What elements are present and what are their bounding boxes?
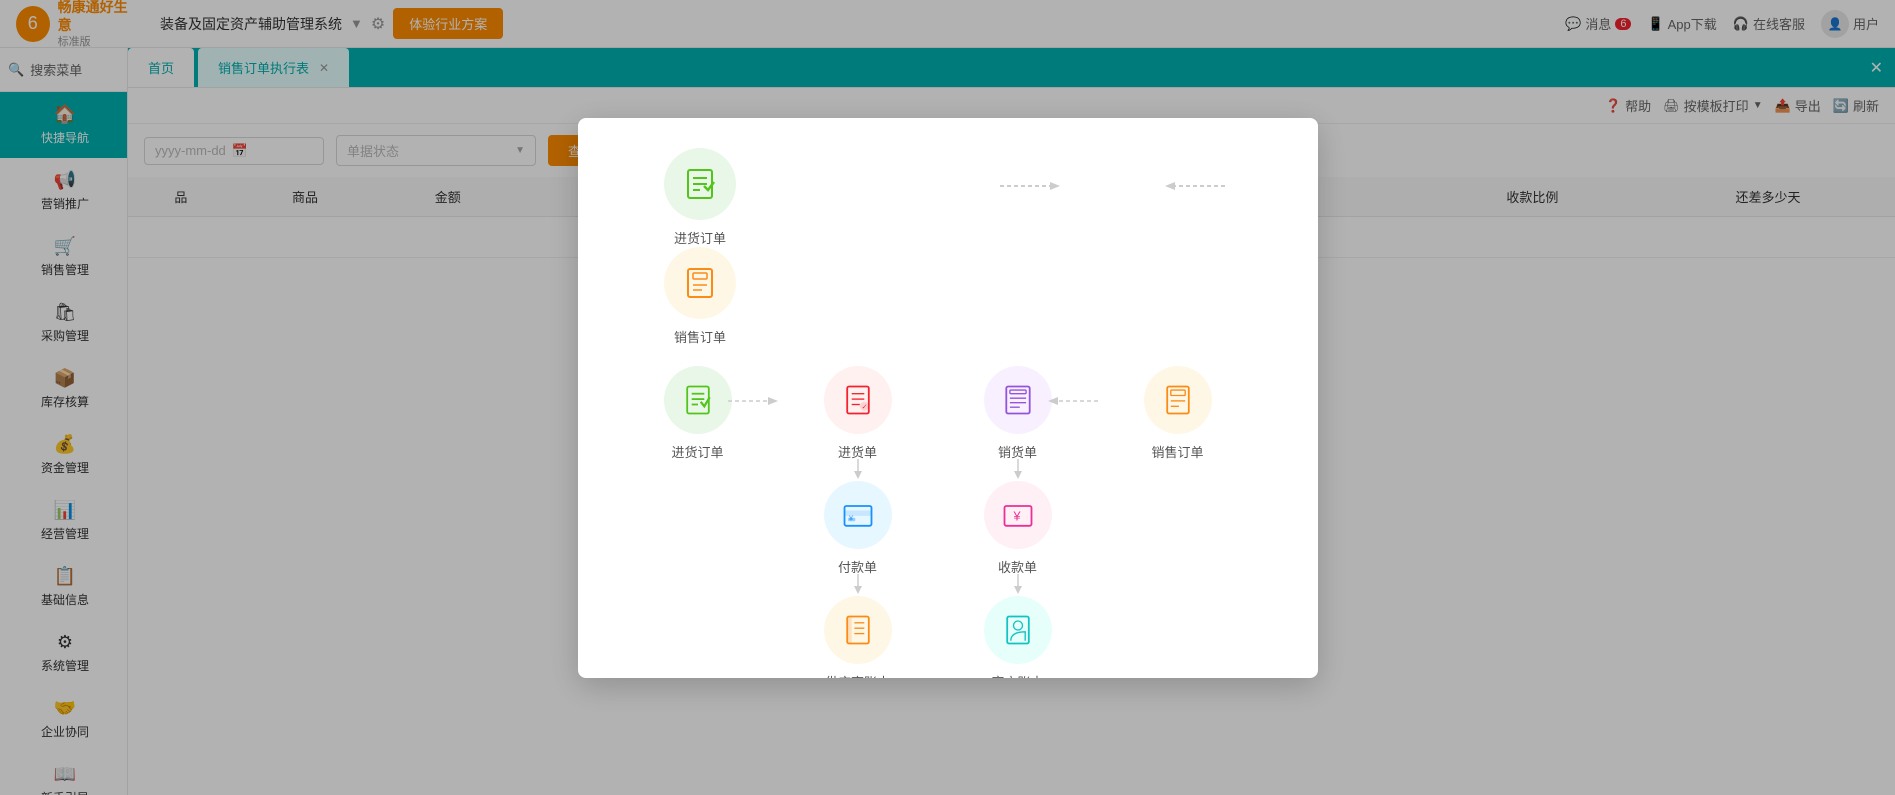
fnode-purchase-bill[interactable]: ✓ 进货单 <box>824 366 892 461</box>
fnode-customer-ledger[interactable]: 客户账本 <box>984 596 1052 678</box>
modal-body: 进货订单 <box>578 118 1318 678</box>
fc-sales-bill <box>984 366 1052 434</box>
purchase-order-label: 进货订单 <box>674 228 726 247</box>
flow-diagram-proper: 进货订单 ✓ 进货单 销货单 <box>618 366 1278 678</box>
purchase-order-circle <box>664 148 736 220</box>
fnode-sales-order[interactable]: 销售订单 <box>1144 366 1212 461</box>
flow-diagram: 进货订单 <box>618 148 1278 346</box>
fl-supplier-ledger: 供应商账本 <box>825 672 890 678</box>
fl-customer-ledger: 客户账本 <box>991 672 1043 678</box>
sales-order-node[interactable]: 销售订单 <box>664 247 736 346</box>
arrow-down-sb <box>1009 459 1027 482</box>
fc-receipt: ¥ <box>984 481 1052 549</box>
arrow-col4-col3 <box>1048 392 1098 413</box>
fnode-sales-bill[interactable]: 销货单 <box>984 366 1052 461</box>
fnode-receipt[interactable]: ¥ 收款单 <box>984 481 1052 576</box>
fl-purchase-bill: 进货单 <box>838 442 877 461</box>
sales-order-label: 销售订单 <box>674 327 726 346</box>
fl-sales-bill: 销货单 <box>998 442 1037 461</box>
arrow-so-to-sb <box>1165 174 1225 198</box>
arrow-down-pay <box>849 574 867 597</box>
purchase-order-icon <box>680 164 720 204</box>
fc-payment: ¥ <box>824 481 892 549</box>
fc-sales-order <box>1144 366 1212 434</box>
arrow-col1-col2 <box>728 392 778 413</box>
fl-sales-order: 销售订单 <box>1151 442 1203 461</box>
sales-order-icon <box>680 263 720 303</box>
fl-receipt: 收款单 <box>998 557 1037 576</box>
sales-order-circle <box>664 247 736 319</box>
fc-purchase-bill: ✓ <box>824 366 892 434</box>
arrow-left-dashed <box>1165 174 1225 198</box>
fnode-payment[interactable]: ¥ 付款单 <box>824 481 892 576</box>
arrow-po-to-pb <box>1000 174 1060 198</box>
arrow-down-pb <box>849 459 867 482</box>
fc-supplier-ledger <box>824 596 892 664</box>
fnode-supplier-ledger[interactable]: 供应商账本 <box>824 596 892 678</box>
fl-purchase-order: 进货订单 <box>671 442 723 461</box>
svg-text:✓: ✓ <box>861 402 867 411</box>
arrow-right-dashed-1 <box>1000 174 1060 198</box>
arrow-down-rec <box>1009 574 1027 597</box>
purchase-order-node[interactable]: 进货订单 <box>664 148 736 247</box>
svg-text:¥: ¥ <box>1012 509 1021 523</box>
modal: 进货订单 <box>578 118 1318 678</box>
fc-purchase-order <box>664 366 732 434</box>
fl-payment: 付款单 <box>838 557 877 576</box>
modal-overlay[interactable]: 进货订单 <box>0 0 1895 795</box>
fc-customer-ledger <box>984 596 1052 664</box>
fnode-purchase-order[interactable]: 进货订单 <box>664 366 732 461</box>
